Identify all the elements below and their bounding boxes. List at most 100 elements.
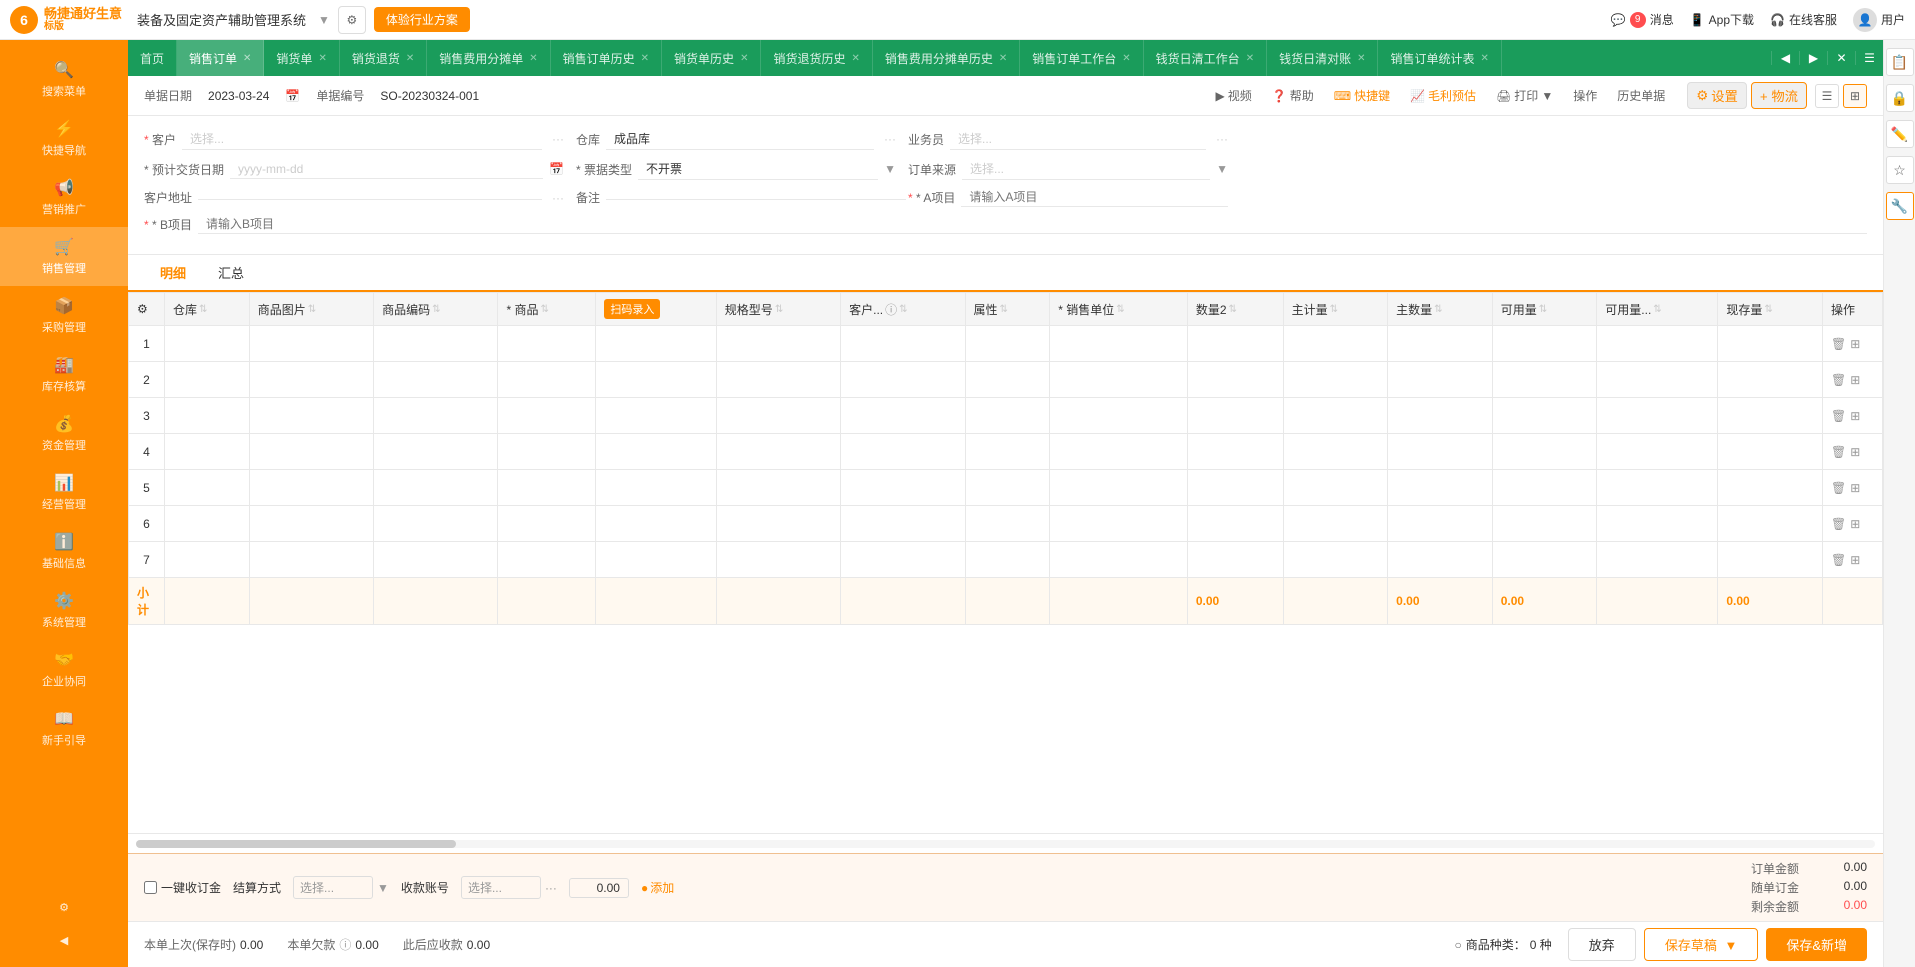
delete-row-icon[interactable]: 🗑	[1831, 517, 1846, 531]
row-cell[interactable]	[1597, 326, 1718, 362]
tab-close-workbench[interactable]: ✕	[1122, 53, 1130, 64]
tab-close-sales-order[interactable]: ✕	[243, 53, 251, 64]
tab-sales-expense[interactable]: 销售费用分摊单 ✕	[427, 40, 550, 76]
row-cell[interactable]	[965, 362, 1050, 398]
row-cell[interactable]	[374, 362, 498, 398]
tab-sales-order[interactable]: 销售订单 ✕	[177, 40, 264, 76]
settlement-select[interactable]: 选择...	[293, 876, 373, 899]
delivery-calendar-icon[interactable]: 📅	[549, 162, 564, 176]
row-cell[interactable]	[716, 362, 840, 398]
sidebar-item-finance[interactable]: 💰 资金管理	[0, 404, 128, 463]
profit-button[interactable]: 📈 毛利预估	[1404, 85, 1482, 106]
row-cell[interactable]	[1718, 362, 1823, 398]
save-new-button[interactable]: 保存&新增	[1766, 928, 1867, 961]
row-cell[interactable]	[1597, 434, 1718, 470]
row-cell[interactable]	[1388, 506, 1493, 542]
row-cell[interactable]	[1187, 542, 1283, 578]
sidebar-item-purchase[interactable]: 📦 采购管理	[0, 286, 128, 345]
row-cell[interactable]	[716, 434, 840, 470]
copy-row-icon[interactable]: ⊞	[1850, 481, 1860, 495]
row-cell[interactable]	[1492, 434, 1597, 470]
row-cell[interactable]	[596, 398, 716, 434]
app-download-button[interactable]: 📱 App下载	[1690, 11, 1754, 28]
print-button[interactable]: 🖨 打印 ▼	[1490, 85, 1559, 106]
row-cell[interactable]	[498, 398, 596, 434]
invoice-value[interactable]: 不开票	[638, 158, 878, 180]
row-cell[interactable]	[165, 542, 250, 578]
row-cell[interactable]	[1050, 506, 1188, 542]
sidebar-item-base-info[interactable]: ℹ️ 基础信息	[0, 522, 128, 581]
th-available[interactable]: 可用量⇅	[1492, 293, 1597, 326]
sidebar-item-search[interactable]: 🔍 搜索菜单	[0, 50, 128, 109]
tab-home[interactable]: 首页	[128, 40, 177, 76]
right-icon-lock[interactable]: 🔒	[1886, 84, 1914, 112]
salesperson-input[interactable]: 选择...	[950, 128, 1206, 150]
user-menu[interactable]: 👤 用户	[1853, 8, 1905, 32]
delete-row-icon[interactable]: 🗑	[1831, 337, 1846, 351]
row-cell[interactable]	[374, 398, 498, 434]
tab-close-sales-expense[interactable]: ✕	[529, 53, 537, 64]
row-cell[interactable]	[1597, 542, 1718, 578]
row-cell[interactable]	[498, 470, 596, 506]
online-service-button[interactable]: 🎧 在线客服	[1770, 11, 1837, 28]
row-cell[interactable]	[1492, 542, 1597, 578]
row-cell[interactable]	[1388, 542, 1493, 578]
amount-field[interactable]: 0.00	[569, 878, 629, 898]
b-project-input[interactable]	[198, 215, 1867, 234]
tab-prev-button[interactable]: ◀	[1771, 51, 1799, 65]
sidebar-item-marketing[interactable]: 📢 营销推广	[0, 168, 128, 227]
row-cell[interactable]	[374, 506, 498, 542]
row-cell[interactable]	[596, 434, 716, 470]
row-cell[interactable]	[1718, 326, 1823, 362]
row-cell[interactable]	[1492, 398, 1597, 434]
right-icon-star[interactable]: ☆	[1886, 156, 1914, 184]
th-main-unit[interactable]: 主计量⇅	[1283, 293, 1388, 326]
notes-input[interactable]	[606, 195, 906, 200]
row-cell[interactable]	[1718, 398, 1823, 434]
row-cell[interactable]	[1050, 326, 1188, 362]
th-sales-unit[interactable]: * 销售单位⇅	[1050, 293, 1188, 326]
sidebar-item-sales[interactable]: 🛒 销售管理	[0, 227, 128, 286]
row-cell[interactable]	[1050, 362, 1188, 398]
th-spec[interactable]: 规格型号⇅	[716, 293, 840, 326]
help-button[interactable]: ❓ 帮助	[1266, 85, 1320, 106]
tab-close-sales-return[interactable]: ✕	[406, 53, 414, 64]
copy-row-icon[interactable]: ⊞	[1850, 409, 1860, 423]
row-cell[interactable]	[249, 506, 373, 542]
tab-workbench[interactable]: 销售订单工作台 ✕	[1020, 40, 1143, 76]
row-cell[interactable]	[1492, 506, 1597, 542]
row-cell[interactable]	[374, 326, 498, 362]
tab-sales-invoice[interactable]: 销货单 ✕	[264, 40, 339, 76]
sidebar-item-enterprise[interactable]: 🤝 企业协同	[0, 640, 128, 699]
tab-close-sales-return-history[interactable]: ✕	[851, 53, 859, 64]
tab-sales-order-history[interactable]: 销售订单历史 ✕	[551, 40, 662, 76]
row-cell[interactable]	[1283, 326, 1388, 362]
th-warehouse[interactable]: 仓库⇅	[165, 293, 250, 326]
one-click-checkbox[interactable]	[144, 881, 157, 894]
row-cell[interactable]	[1050, 434, 1188, 470]
row-cell[interactable]	[1388, 398, 1493, 434]
row-cell[interactable]	[249, 326, 373, 362]
tab-expense-history[interactable]: 销售费用分摊单历史 ✕	[873, 40, 1020, 76]
shortcut-button[interactable]: ⌨ 快捷键	[1328, 85, 1396, 106]
tab-menu-button[interactable]: ☰	[1855, 51, 1883, 65]
th-attribute[interactable]: 属性⇅	[965, 293, 1050, 326]
row-cell[interactable]	[841, 326, 965, 362]
row-cell[interactable]	[716, 398, 840, 434]
tab-daily-clear[interactable]: 钱货日清工作台 ✕	[1144, 40, 1267, 76]
row-cell[interactable]	[1050, 470, 1188, 506]
view-grid-button[interactable]: ⊞	[1843, 84, 1867, 108]
row-cell[interactable]	[841, 398, 965, 434]
row-cell[interactable]	[965, 470, 1050, 506]
row-cell[interactable]	[1597, 506, 1718, 542]
row-cell[interactable]	[596, 542, 716, 578]
th-product[interactable]: * 商品⇅	[498, 293, 596, 326]
industry-button[interactable]: 体验行业方案	[374, 7, 470, 32]
row-cell[interactable]	[841, 434, 965, 470]
row-cell[interactable]	[841, 470, 965, 506]
row-cell[interactable]	[1283, 362, 1388, 398]
salesperson-more-icon[interactable]: ···	[1216, 132, 1228, 146]
row-cell[interactable]	[249, 542, 373, 578]
tab-detail[interactable]: 明细	[144, 255, 202, 292]
history-button[interactable]: 历史单据	[1611, 85, 1671, 106]
